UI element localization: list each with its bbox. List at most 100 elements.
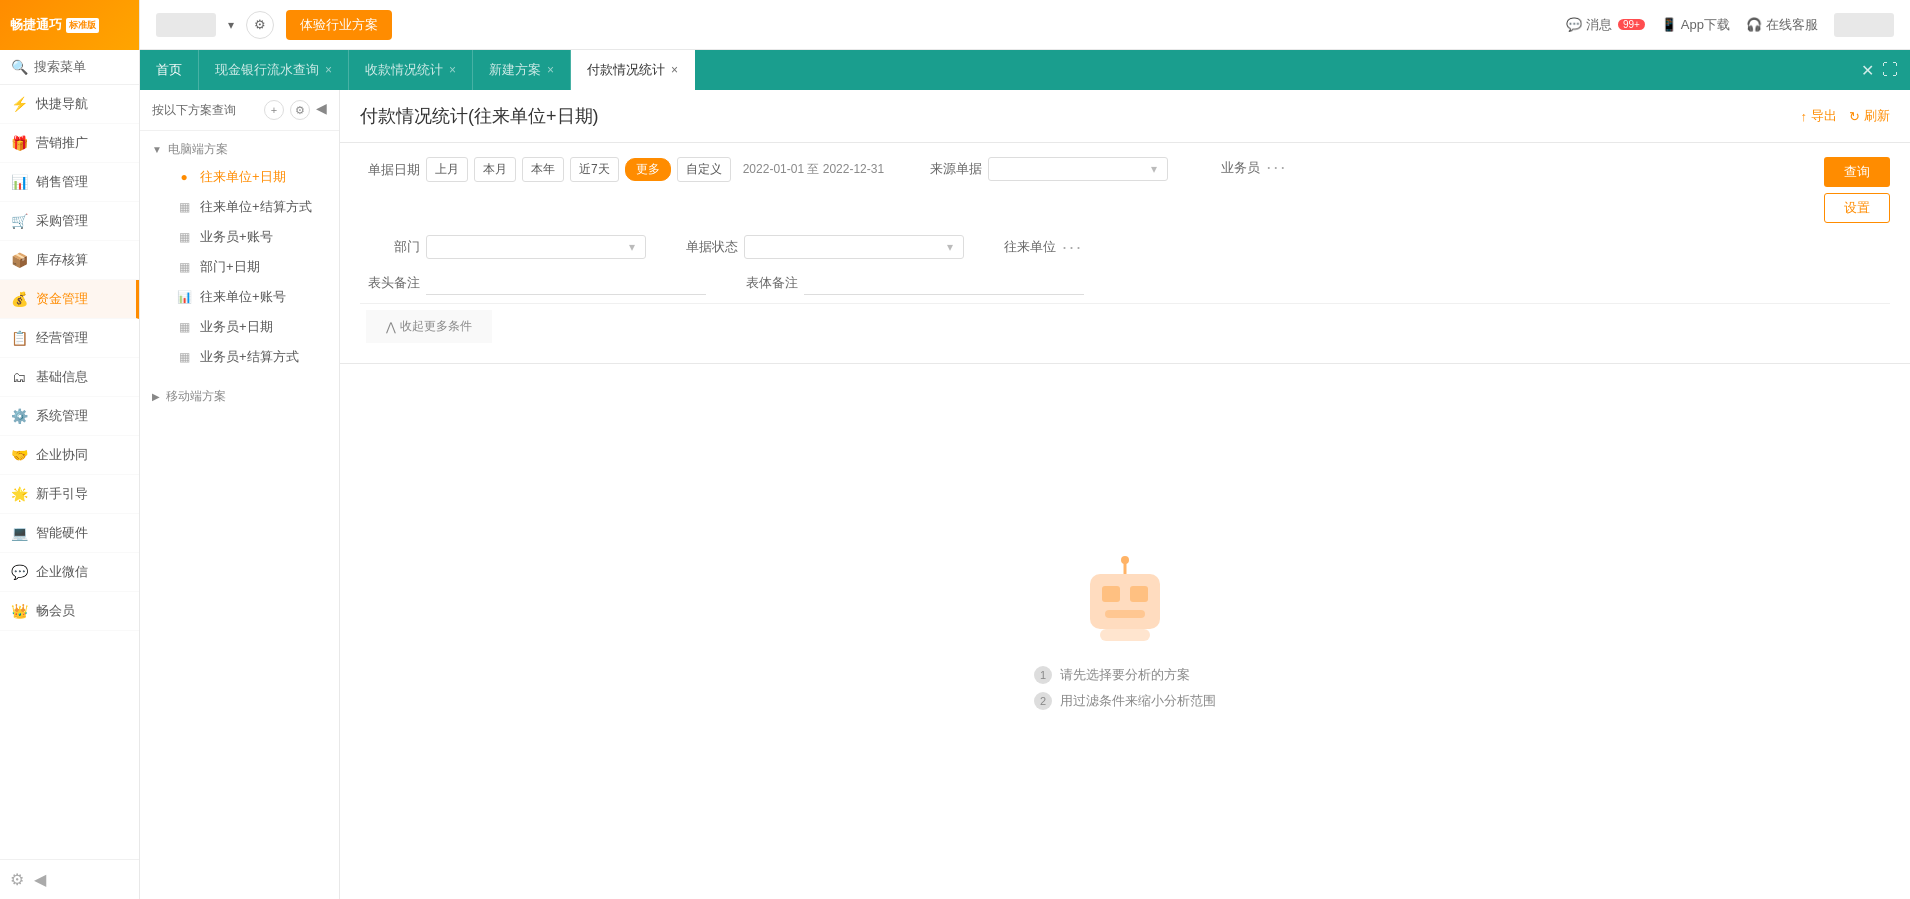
sidebar-item-search[interactable]: 🔍 搜索菜单 xyxy=(0,50,139,85)
sidebar-item-guide[interactable]: 🌟 新手引导 xyxy=(0,475,139,514)
sidebar-item-purchase[interactable]: 🛒 采购管理 xyxy=(0,202,139,241)
empty-tip-2: 2 用过滤条件来缩小分析范围 xyxy=(1034,692,1216,710)
company-name xyxy=(156,13,216,37)
sidebar-item-label: 销售管理 xyxy=(36,173,88,191)
inventory-icon: 📦 xyxy=(10,251,28,269)
message-label: 消息 xyxy=(1586,16,1612,34)
tab-receipt-label: 收款情况统计 xyxy=(365,61,443,79)
scheme-item-sales-settle[interactable]: ▦ 业务员+结算方式 xyxy=(152,342,327,372)
tab-payment-close[interactable]: × xyxy=(671,63,678,77)
sidebar-item-label: 新手引导 xyxy=(36,485,88,503)
date-btn-this-year[interactable]: 本年 xyxy=(522,157,564,182)
sidebar-item-hardware[interactable]: 💻 智能硬件 xyxy=(0,514,139,553)
message-btn[interactable]: 💬 消息 99+ xyxy=(1566,16,1645,34)
refresh-btn[interactable]: ↻ 刷新 xyxy=(1849,107,1890,125)
sidebar-item-label: 库存核算 xyxy=(36,251,88,269)
collapse-icon: ⋀ xyxy=(386,320,396,334)
sidebar-item-label: 经营管理 xyxy=(36,329,88,347)
online-service-btn[interactable]: 🎧 在线客服 xyxy=(1746,16,1818,34)
counter-party-label: 往来单位 xyxy=(996,238,1056,256)
footer-collapse-icon[interactable]: ◀ xyxy=(34,870,46,889)
scheme-item-unit-date[interactable]: ● 往来单位+日期 xyxy=(152,162,327,192)
scheme-item-unit-settle[interactable]: ▦ 往来单位+结算方式 xyxy=(152,192,327,222)
tabbar-actions: ✕ ⛶ xyxy=(1861,61,1910,80)
user-avatar[interactable] xyxy=(1834,13,1894,37)
scheme-item-dept-date[interactable]: ▦ 部门+日期 xyxy=(152,252,327,282)
sidebar-item-finance[interactable]: 💰 资金管理 xyxy=(0,280,139,319)
guide-icon: 🌟 xyxy=(10,485,28,503)
footer-settings-icon[interactable]: ⚙ xyxy=(10,870,24,889)
sidebar-item-member[interactable]: 👑 畅会员 xyxy=(0,592,139,631)
sidebar-item-sales[interactable]: 📊 销售管理 xyxy=(0,163,139,202)
sidebar-item-label: 采购管理 xyxy=(36,212,88,230)
query-btn[interactable]: 查询 xyxy=(1824,157,1890,187)
scheme-item-unit-account[interactable]: 📊 往来单位+账号 xyxy=(152,282,327,312)
sidebar-item-system[interactable]: ⚙️ 系统管理 xyxy=(0,397,139,436)
date-btn-last-month[interactable]: 上月 xyxy=(426,157,468,182)
add-scheme-btn[interactable]: + xyxy=(264,100,284,120)
desktop-group-title[interactable]: ▼ 电脑端方案 xyxy=(152,137,327,162)
tab-expand-icon[interactable]: ⛶ xyxy=(1882,61,1898,79)
header-note-input[interactable] xyxy=(426,271,706,295)
topbar-dropdown-icon[interactable]: ▾ xyxy=(228,18,234,32)
operation-icon: 📋 xyxy=(10,329,28,347)
tab-bank[interactable]: 现金银行流水查询 × xyxy=(199,50,349,90)
salesperson-label: 业务员 xyxy=(1200,159,1260,177)
topbar-right: 💬 消息 99+ 📱 App下载 🎧 在线客服 xyxy=(1566,13,1894,37)
salesperson-input-dots[interactable]: ··· xyxy=(1266,157,1287,178)
tab-home[interactable]: 首页 xyxy=(140,50,199,90)
empty-tip-1: 1 请先选择要分析的方案 xyxy=(1034,666,1216,684)
scheme-icon: ▦ xyxy=(176,199,192,215)
collapse-btn[interactable]: ⋀ 收起更多条件 xyxy=(366,310,492,343)
tab-new-scheme-close[interactable]: × xyxy=(547,63,554,77)
scheme-label: 业务员+账号 xyxy=(200,228,273,246)
body-note-input[interactable] xyxy=(804,271,1084,295)
date-group: 上月 本月 本年 近7天 更多 自定义 2022-01-01 至 2022-12… xyxy=(426,157,890,182)
sidebar-item-coop[interactable]: 🤝 企业协同 xyxy=(0,436,139,475)
app-download-btn[interactable]: 📱 App下载 xyxy=(1661,16,1730,34)
scheme-label: 业务员+日期 xyxy=(200,318,273,336)
source-select[interactable]: ▾ xyxy=(988,157,1168,181)
sidebar-header: 畅捷通巧 标准版 xyxy=(0,0,139,50)
counter-party-dots[interactable]: ··· xyxy=(1062,237,1083,258)
refresh-label: 刷新 xyxy=(1864,107,1890,125)
date-btn-more[interactable]: 更多 xyxy=(625,158,671,181)
desktop-scheme-group: ▼ 电脑端方案 ● 往来单位+日期 ▦ 往来单位+结算方式 ▦ 业务员+账号 ▦ xyxy=(140,131,339,378)
sidebar-item-quick-nav[interactable]: ⚡ 快捷导航 xyxy=(0,85,139,124)
refresh-icon: ↻ xyxy=(1849,109,1860,124)
trial-industry-btn[interactable]: 体验行业方案 xyxy=(286,10,392,40)
sidebar-item-operation[interactable]: 📋 经营管理 xyxy=(0,319,139,358)
basic-icon: 🗂 xyxy=(10,368,28,386)
tab-new-scheme-label: 新建方案 xyxy=(489,61,541,79)
topbar: ▾ ⚙ 体验行业方案 💬 消息 99+ 📱 App下载 🎧 在线客服 xyxy=(140,0,1910,50)
desktop-group-arrow: ▼ xyxy=(152,144,162,155)
doc-status-select[interactable]: ▾ xyxy=(744,235,964,259)
scheme-item-sales-account[interactable]: ▦ 业务员+账号 xyxy=(152,222,327,252)
date-btn-7days[interactable]: 近7天 xyxy=(570,157,619,182)
tab-receipt-close[interactable]: × xyxy=(449,63,456,77)
date-btn-custom[interactable]: 自定义 xyxy=(677,157,731,182)
export-btn[interactable]: ↑ 导出 xyxy=(1801,107,1838,125)
tab-bank-close[interactable]: × xyxy=(325,63,332,77)
mobile-group-title[interactable]: ▶ 移动端方案 xyxy=(152,384,327,409)
scheme-item-sales-date[interactable]: ▦ 业务员+日期 xyxy=(152,312,327,342)
export-label: 导出 xyxy=(1811,107,1837,125)
coop-icon: 🤝 xyxy=(10,446,28,464)
sidebar-item-wechat[interactable]: 💬 企业微信 xyxy=(0,553,139,592)
sidebar-item-marketing[interactable]: 🎁 营销推广 xyxy=(0,124,139,163)
panel-collapse-btn[interactable]: ◀ xyxy=(316,100,327,120)
topbar-settings-btn[interactable]: ⚙ xyxy=(246,11,274,39)
online-service-label: 在线客服 xyxy=(1766,16,1818,34)
sidebar-item-inventory[interactable]: 📦 库存核算 xyxy=(0,241,139,280)
dept-select[interactable]: ▾ xyxy=(426,235,646,259)
marketing-icon: 🎁 xyxy=(10,134,28,152)
manage-scheme-btn[interactable]: ⚙ xyxy=(290,100,310,120)
tab-receipt[interactable]: 收款情况统计 × xyxy=(349,50,473,90)
tab-close-all-icon[interactable]: ✕ xyxy=(1861,61,1874,80)
sidebar-item-label: 智能硬件 xyxy=(36,524,88,542)
sidebar-item-basic[interactable]: 🗂 基础信息 xyxy=(0,358,139,397)
tab-payment[interactable]: 付款情况统计 × xyxy=(571,50,695,90)
setting-btn[interactable]: 设置 xyxy=(1824,193,1890,223)
date-btn-this-month[interactable]: 本月 xyxy=(474,157,516,182)
tab-new-scheme[interactable]: 新建方案 × xyxy=(473,50,571,90)
